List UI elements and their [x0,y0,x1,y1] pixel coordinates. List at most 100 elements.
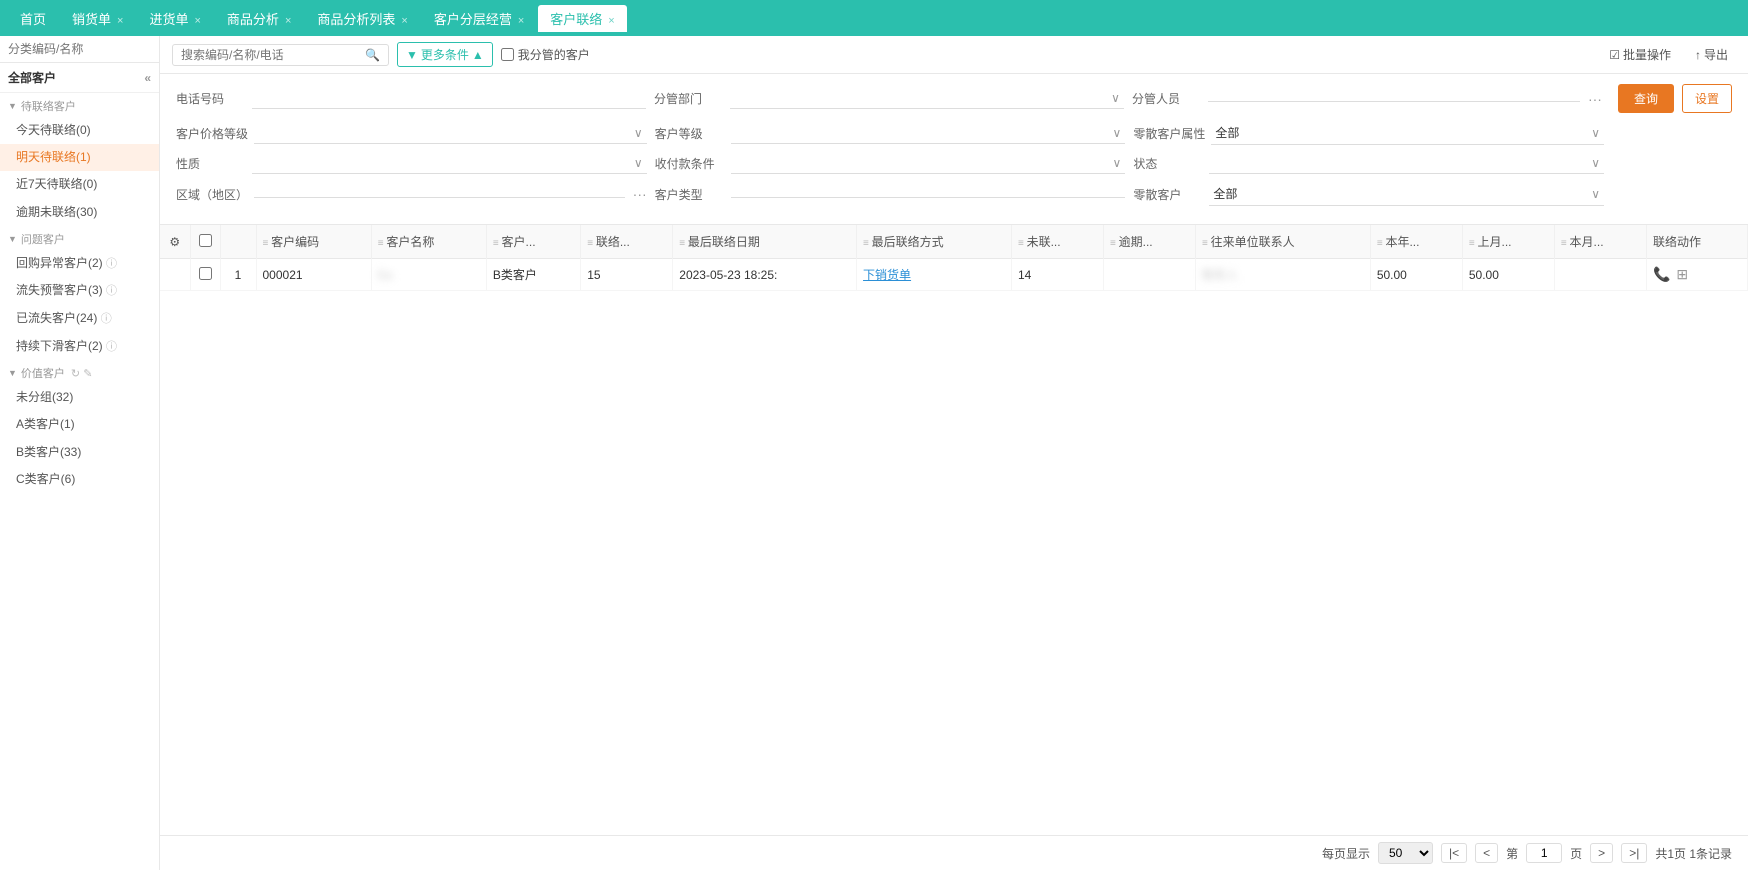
th-contacts[interactable]: 联络... [581,225,673,259]
my-customer-checkbox[interactable] [501,48,514,61]
customer-level-label: 客户等级 [655,125,725,142]
sidebar-search-bar[interactable]: 🔍 [0,36,159,63]
nature-label: 性质 [176,155,246,172]
phone-input[interactable] [252,88,646,109]
close-icon[interactable]: × [285,15,291,27]
customer-type-select[interactable] [731,191,1126,198]
filter-cell-status: 状态 ∨ [1133,153,1604,174]
search-box[interactable]: 🔍 [172,44,389,66]
th-this-year[interactable]: 本年... [1370,225,1462,259]
filter-row-3: 性质 ∨ 收付款条件 ∨ 状态 ∨ [176,153,1732,174]
person-select[interactable] [1208,95,1580,102]
retail-attr-select[interactable]: 全部 ∨ [1211,121,1604,145]
filter-cell-customer-type: 客户类型 [655,186,1126,203]
sidebar-item-overdue-contact[interactable]: 逾期未联络(30) [0,199,159,226]
nav-sales-order[interactable]: 销货单× [60,5,135,32]
area-select[interactable] [254,191,625,198]
th-last-contact-date[interactable]: 最后联络日期 [673,225,857,259]
all-customers-header[interactable]: 全部客户 « [0,63,159,93]
sidebar-item-a-class[interactable]: A类客户(1) [0,411,159,438]
price-level-select[interactable]: ∨ [254,123,647,144]
select-all-checkbox[interactable] [199,234,212,247]
nav-customer-contact[interactable]: 客户联络× [538,5,626,32]
retail-customer-select[interactable]: 全部 ∨ [1209,182,1604,206]
th-last-month[interactable]: 上月... [1462,225,1554,259]
status-select[interactable]: ∨ [1209,153,1604,174]
dept-label: 分管部门 [654,90,724,107]
grid-action-icon[interactable]: ⊞ [1676,266,1688,283]
row-select-checkbox[interactable] [199,267,212,280]
filter-bar: 🔍 ▼ 更多条件 ▲ 我分管的客户 ☑ 批量操作 ↑ 导出 [160,36,1748,74]
more-dots-icon[interactable]: ··· [633,186,647,202]
close-icon[interactable]: × [608,15,614,27]
row-checkbox[interactable] [190,259,220,291]
sidebar-item-7day-contact[interactable]: 近7天待联络(0) [0,171,159,198]
th-category[interactable]: 客户... [486,225,580,259]
export-icon: ↑ [1695,48,1701,62]
sidebar-item-churned[interactable]: 已流失客户(24) ⓘ [0,305,159,333]
customer-level-select[interactable]: ∨ [731,123,1126,144]
row-last-contact-method[interactable]: 下销货单 [857,259,1012,291]
nav-home[interactable]: 首页 [8,5,58,32]
close-icon[interactable]: × [117,15,123,27]
page-input[interactable] [1526,843,1562,863]
payment-select[interactable]: ∨ [731,153,1126,174]
nav-product-analysis[interactable]: 商品分析× [215,5,303,32]
dept-select[interactable]: ∨ [730,88,1124,109]
close-icon[interactable]: × [518,15,524,27]
nav-product-analysis-list[interactable]: 商品分析列表× [305,5,419,32]
main-search-input[interactable] [181,48,361,62]
chevron-down-icon: ∨ [1111,91,1120,105]
batch-operation-button[interactable]: ☑ 批量操作 [1601,43,1679,66]
prev-page-button[interactable]: < [1475,843,1498,863]
advanced-filter-panel: 电话号码 分管部门 ∨ 分管人员 ··· 查询 [160,74,1748,225]
my-customer-checkbox-group[interactable]: 我分管的客户 [501,46,590,63]
sidebar-item-repurchase-abnormal[interactable]: 回购异常客户(2) ⓘ [0,250,159,278]
filter-row-2: 客户价格等级 ∨ 客户等级 ∨ 零散客户属性 全部 ∨ [176,121,1732,145]
sidebar-item-tomorrow-contact[interactable]: 明天待联络(1) [0,144,159,171]
last-page-button[interactable]: >| [1621,843,1647,863]
row-last-contact-date: 2023-05-23 18:25: [673,259,857,291]
filter-buttons: 查询 设置 [1618,84,1732,113]
th-customer-name[interactable]: 客户名称 [371,225,486,259]
per-page-select[interactable]: 50 100 200 [1378,842,1433,864]
first-page-button[interactable]: |< [1441,843,1467,863]
sidebar-item-ungrouped[interactable]: 未分组(32) [0,384,159,411]
th-checkbox[interactable] [190,225,220,259]
th-overdue[interactable]: 逾期... [1104,225,1196,259]
last-contact-method-link[interactable]: 下销货单 [863,268,911,282]
phone-action-icon[interactable]: 📞 [1653,266,1670,283]
main-layout: 🔍 全部客户 « 待联络客户 今天待联络(0) 明天待联络(1) 近7天待联络(… [0,36,1748,870]
status-label: 状态 [1133,155,1203,172]
settings-button[interactable]: 设置 [1682,84,1732,113]
query-button[interactable]: 查询 [1618,84,1674,113]
sidebar-item-c-class[interactable]: C类客户(6) [0,466,159,493]
th-customer-code[interactable]: 客户编码 [256,225,371,259]
value-group-label: 价值客户 ↻ ✎ [0,360,159,384]
sidebar-item-declining[interactable]: 持续下滑客户(2) ⓘ [0,333,159,361]
more-filter-button[interactable]: ▼ 更多条件 ▲ [397,42,493,67]
collapse-icon[interactable]: « [144,71,151,85]
close-icon[interactable]: × [401,15,407,27]
sidebar-item-churn-warning[interactable]: 流失预警客户(3) ⓘ [0,277,159,305]
more-dots-icon[interactable]: ··· [1588,91,1602,107]
page-label: 第 [1506,845,1518,862]
th-this-month[interactable]: 本月... [1554,225,1646,259]
nature-select[interactable]: ∨ [252,153,647,174]
sidebar: 🔍 全部客户 « 待联络客户 今天待联络(0) 明天待联络(1) 近7天待联络(… [0,36,160,870]
export-button[interactable]: ↑ 导出 [1687,43,1736,66]
next-page-button[interactable]: > [1590,843,1613,863]
nav-customer-segmentation[interactable]: 客户分层经营× [422,5,536,32]
th-settings[interactable]: ⚙ [160,225,190,259]
close-icon[interactable]: × [194,15,200,27]
th-no-contact[interactable]: 未联... [1011,225,1103,259]
sidebar-item-today-contact[interactable]: 今天待联络(0) [0,117,159,144]
pending-group-label: 待联络客户 [0,93,159,117]
th-contact-person[interactable]: 往来单位联系人 [1196,225,1371,259]
th-no [220,225,256,259]
nav-purchase-order[interactable]: 进货单× [137,5,212,32]
sidebar-item-b-class[interactable]: B类客户(33) [0,439,159,466]
sidebar-search-input[interactable] [8,42,160,56]
customer-type-label: 客户类型 [655,186,725,203]
th-last-contact-method[interactable]: 最后联络方式 [857,225,1012,259]
